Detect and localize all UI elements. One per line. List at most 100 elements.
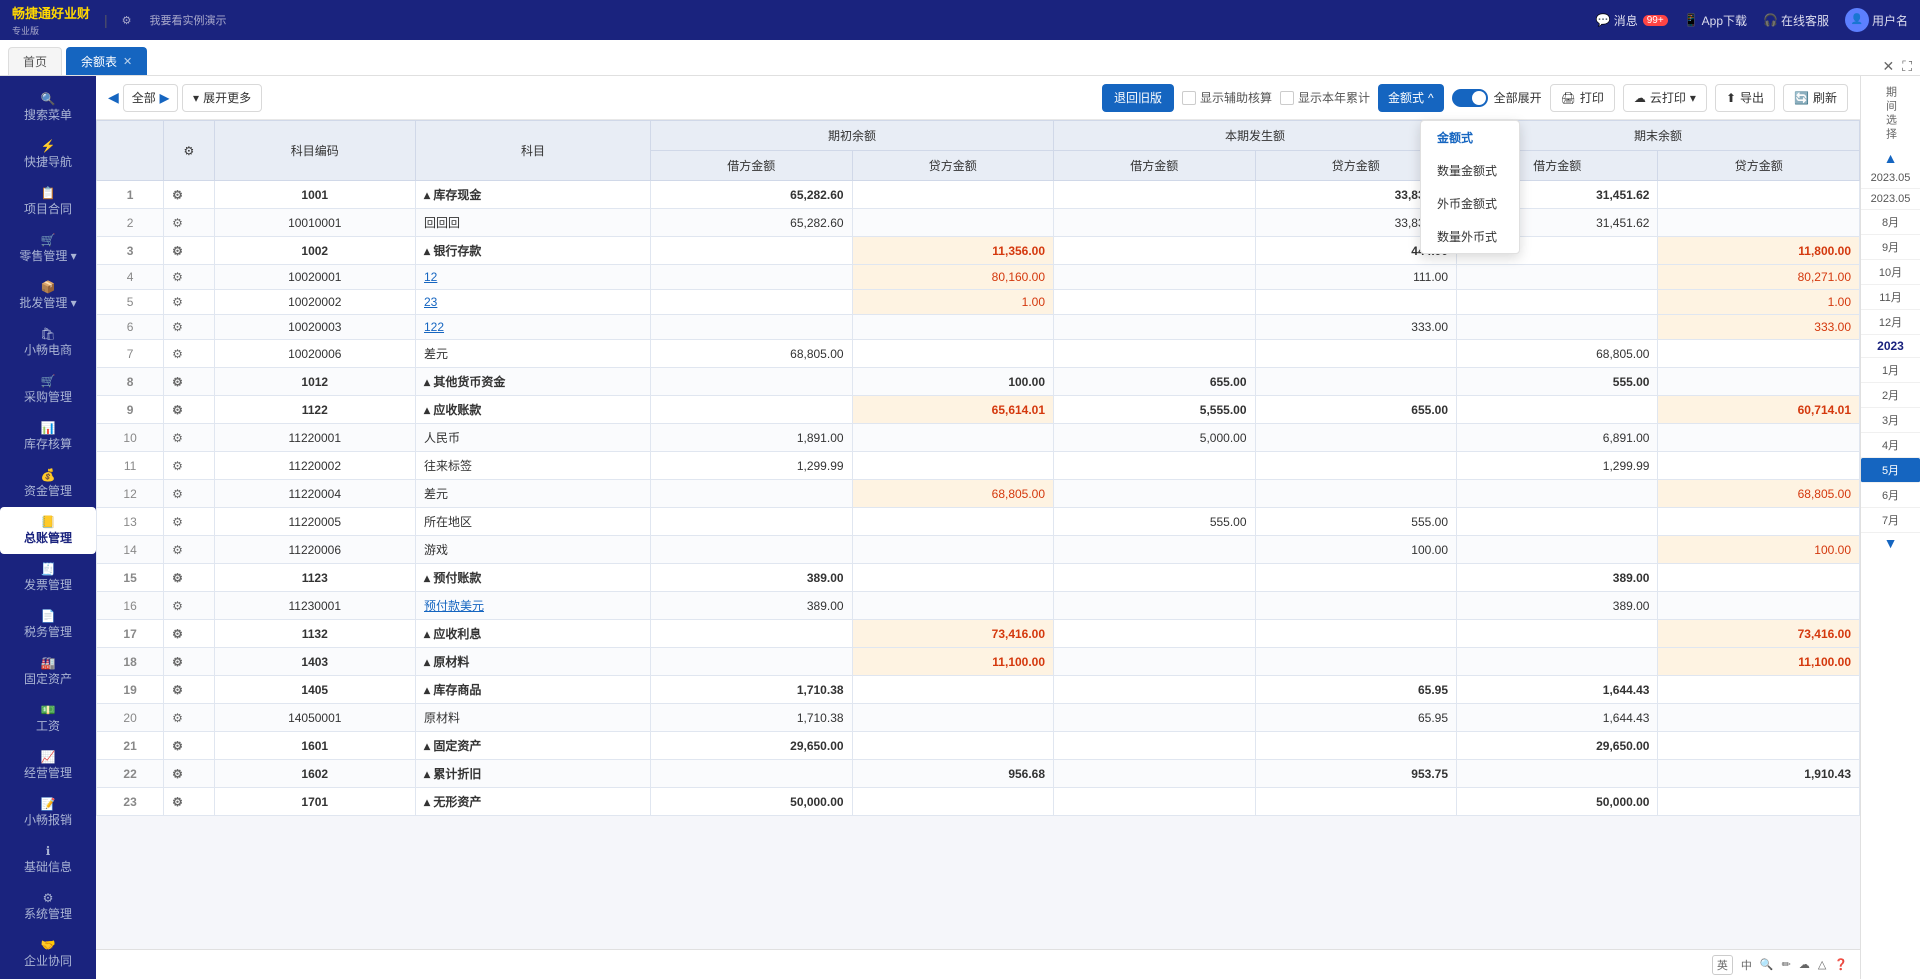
date-4[interactable]: 4月 (1861, 433, 1920, 458)
sidebar-item-search[interactable]: 🔍 搜索菜单 (0, 84, 96, 131)
triangle-icon[interactable]: △ (1818, 958, 1826, 971)
user-avatar[interactable]: 👤 用户名 (1845, 8, 1908, 32)
table-row[interactable]: 17⚙1132▴ 应收利息73,416.0073,416.00 (97, 620, 1860, 648)
back-old-version-btn[interactable]: 退回旧版 (1102, 84, 1174, 112)
style-btn[interactable]: 金额式 ^ (1378, 84, 1444, 112)
dropdown-item-foreign-amount[interactable]: 外币金额式 (1421, 187, 1519, 220)
ytd-check[interactable]: 显示本年累计 (1280, 89, 1370, 106)
date-year1[interactable]: 2023.05 (1861, 168, 1920, 189)
message-btn[interactable]: 💬 消息 99+ (1596, 12, 1668, 29)
sidebar-item-wholesale[interactable]: 📦 批发管理 ▾ (0, 272, 96, 319)
sidebar-item-invoice[interactable]: 🧾 发票管理 (0, 554, 96, 601)
sidebar-item-retail[interactable]: 🛒 零售管理 ▾ (0, 225, 96, 272)
cloud-print-btn[interactable]: ☁ 云打印 ▾ (1623, 84, 1707, 112)
expand-toggle[interactable]: 全部展开 (1452, 89, 1542, 107)
table-row[interactable]: 21⚙1601▴ 固定资产29,650.0029,650.00 (97, 732, 1860, 760)
help-icon[interactable]: ❓ (1834, 958, 1848, 971)
table-row[interactable]: 4⚙100200011280,160.00111.0080,271.00 (97, 265, 1860, 290)
sidebar-item-cooperation[interactable]: 🤝 企业协同 (0, 930, 96, 977)
online-service-btn[interactable]: 🎧 在线客服 (1763, 12, 1829, 29)
table-row[interactable]: 1⚙1001▴ 库存现金65,282.6033,830.9831,451.62 (97, 181, 1860, 209)
print-btn[interactable]: 🖨 打印 (1550, 84, 1615, 112)
refresh-btn[interactable]: 🔄 刷新 (1783, 84, 1848, 112)
sidebar-item-project[interactable]: 📋 项目合同 (0, 178, 96, 225)
toggle-switch-control[interactable] (1452, 89, 1488, 107)
table-row[interactable]: 22⚙1602▴ 累计折旧956.68953.751,910.43 (97, 760, 1860, 788)
tab-home[interactable]: 首页 (8, 47, 62, 75)
settings-icon[interactable]: ⚙ (122, 14, 132, 27)
auxiliary-check[interactable]: 显示辅助核算 (1182, 89, 1272, 106)
sidebar-item-tax[interactable]: 📄 税务管理 (0, 601, 96, 648)
table-row[interactable]: 20⚙14050001原材料1,710.3865.951,644.43 (97, 704, 1860, 732)
date-3[interactable]: 3月 (1861, 408, 1920, 433)
lang-switch[interactable]: 英 (1712, 955, 1733, 975)
table-row[interactable]: 8⚙1012▴ 其他货币资金100.00655.00555.00 (97, 368, 1860, 396)
date-year-2023[interactable]: 2023 (1861, 335, 1920, 358)
table-row[interactable]: 3⚙1002▴ 银行存款11,356.00444.0011,800.00 (97, 237, 1860, 265)
minimize-icon[interactable]: ✕ (1882, 58, 1894, 75)
ytd-checkbox[interactable] (1280, 91, 1294, 105)
date-7[interactable]: 7月 (1861, 508, 1920, 533)
dropdown-item-qty-amount[interactable]: 数量金额式 (1421, 154, 1519, 187)
table-row[interactable]: 12⚙11220004差元68,805.0068,805.00 (97, 480, 1860, 508)
sidebar-item-fixed-assets[interactable]: 🏭 固定资产 (0, 648, 96, 695)
date-nav-up-btn[interactable]: ▲ (1882, 148, 1900, 168)
date-10[interactable]: 10月 (1861, 260, 1920, 285)
expand-icon[interactable]: ⛶ (1902, 58, 1912, 75)
table-cell[interactable]: 预付款美元 (416, 592, 651, 620)
filter-back-icon[interactable]: ◀ (108, 89, 119, 106)
table-row[interactable]: 9⚙1122▴ 应收账款65,614.015,555.00655.0060,71… (97, 396, 1860, 424)
table-cell[interactable]: 23 (416, 290, 651, 315)
date-nav-down-btn[interactable]: ▼ (1882, 533, 1900, 553)
table-row[interactable]: 18⚙1403▴ 原材料11,100.0011,100.00 (97, 648, 1860, 676)
table-row[interactable]: 23⚙1701▴ 无形资产50,000.0050,000.00 (97, 788, 1860, 816)
table-row[interactable]: 7⚙10020006差元68,805.0068,805.00 (97, 340, 1860, 368)
sidebar-item-inventory[interactable]: 📊 库存核算 (0, 413, 96, 460)
table-row[interactable]: 14⚙11220006游戏100.00100.00 (97, 536, 1860, 564)
auxiliary-checkbox[interactable] (1182, 91, 1196, 105)
sidebar-item-ledger[interactable]: 📒 总账管理 (0, 507, 96, 554)
sidebar-item-sales[interactable]: 📝 小畅报销 (0, 789, 96, 836)
date-6[interactable]: 6月 (1861, 483, 1920, 508)
close-icon[interactable]: ✕ (123, 55, 132, 68)
date-9[interactable]: 9月 (1861, 235, 1920, 260)
table-row[interactable]: 13⚙11220005所在地区555.00555.00 (97, 508, 1860, 536)
sidebar-item-purchase[interactable]: 🛒 采购管理 (0, 366, 96, 413)
filter-all-box[interactable]: 全部 ▶ (123, 84, 178, 112)
zoom-icon[interactable]: 🔍 (1760, 958, 1774, 971)
table-row[interactable]: 10⚙11220001人民币1,891.005,000.006,891.00 (97, 424, 1860, 452)
sidebar-item-quick-nav[interactable]: ⚡ 快捷导航 (0, 131, 96, 178)
table-row[interactable]: 15⚙1123▴ 预付账款389.00389.00 (97, 564, 1860, 592)
sidebar-item-basic[interactable]: ℹ 基础信息 (0, 836, 96, 883)
sidebar-item-system[interactable]: ⚙ 系统管理 (0, 883, 96, 930)
dropdown-item-qty-foreign[interactable]: 数量外币式 (1421, 220, 1519, 253)
date-year2[interactable]: 2023.05 (1861, 189, 1920, 210)
date-8[interactable]: 8月 (1861, 210, 1920, 235)
dropdown-item-amount[interactable]: 金额式 (1421, 121, 1519, 154)
date-5[interactable]: 5月 (1861, 458, 1920, 483)
app-download-btn[interactable]: 📱 App下载 (1684, 12, 1747, 29)
date-1[interactable]: 1月 (1861, 358, 1920, 383)
export-btn[interactable]: ⬆ 导出 (1715, 84, 1775, 112)
table-row[interactable]: 2⚙10010001回回回65,282.6033,830.9831,451.62 (97, 209, 1860, 237)
table-cell[interactable]: 122 (416, 315, 651, 340)
demo-link[interactable]: 我要看实例演示 (150, 12, 227, 28)
date-2[interactable]: 2月 (1861, 383, 1920, 408)
date-12[interactable]: 12月 (1861, 310, 1920, 335)
table-row[interactable]: 6⚙10020003122333.00333.00 (97, 315, 1860, 340)
table-row[interactable]: 11⚙11220002往来标签1,299.991,299.99 (97, 452, 1860, 480)
table-cell[interactable]: 12 (416, 265, 651, 290)
edit-icon[interactable]: ✏ (1782, 958, 1791, 971)
cloud-sync-icon[interactable]: ☁ (1799, 958, 1810, 971)
sidebar-item-payroll[interactable]: 💵 工资 (0, 695, 96, 742)
date-11[interactable]: 11月 (1861, 285, 1920, 310)
expand-more-btn[interactable]: ▾ 展开更多 (182, 84, 262, 112)
tab-balance[interactable]: 余额表 ✕ (66, 47, 147, 75)
tab-bar: 首页 余额表 ✕ ✕ ⛶ (0, 40, 1920, 76)
sidebar-item-capital[interactable]: 💰 资金管理 (0, 460, 96, 507)
sidebar-item-operations[interactable]: 📈 经营管理 (0, 742, 96, 789)
table-row[interactable]: 19⚙1405▴ 库存商品1,710.3865.951,644.43 (97, 676, 1860, 704)
table-row[interactable]: 16⚙11230001预付款美元389.00389.00 (97, 592, 1860, 620)
table-row[interactable]: 5⚙10020002231.001.00 (97, 290, 1860, 315)
sidebar-item-ecommerce[interactable]: 🛍 小畅电商 (0, 319, 96, 366)
